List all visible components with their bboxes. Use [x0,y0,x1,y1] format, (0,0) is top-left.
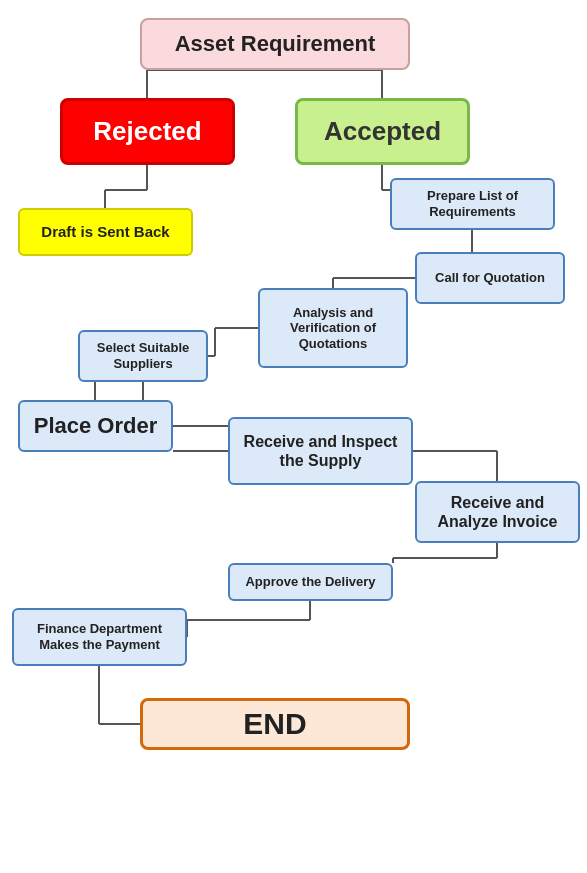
node-accepted: Accepted [295,98,470,165]
node-receive_invoice: Receive and Analyze Invoice [415,481,580,543]
node-rejected: Rejected [60,98,235,165]
node-draft_sent_back: Draft is Sent Back [18,208,193,256]
node-call_for_quotation: Call for Quotation [415,252,565,304]
node-approve_delivery: Approve the Delivery [228,563,393,601]
node-prepare_list: Prepare List of Requirements [390,178,555,230]
node-finance_payment: Finance Department Makes the Payment [12,608,187,666]
node-place_order: Place Order [18,400,173,452]
flowchart: Asset Requirement Rejected Accepted Draft i… [0,0,587,873]
node-analysis_verification: Analysis and Verification of Quotations [258,288,408,368]
node-select_suppliers: Select Suitable Suppliers [78,330,208,382]
node-receive_inspect: Receive and Inspect the Supply [228,417,413,485]
node-end: END [140,698,410,750]
node-asset_requirement: Asset Requirement [140,18,410,70]
